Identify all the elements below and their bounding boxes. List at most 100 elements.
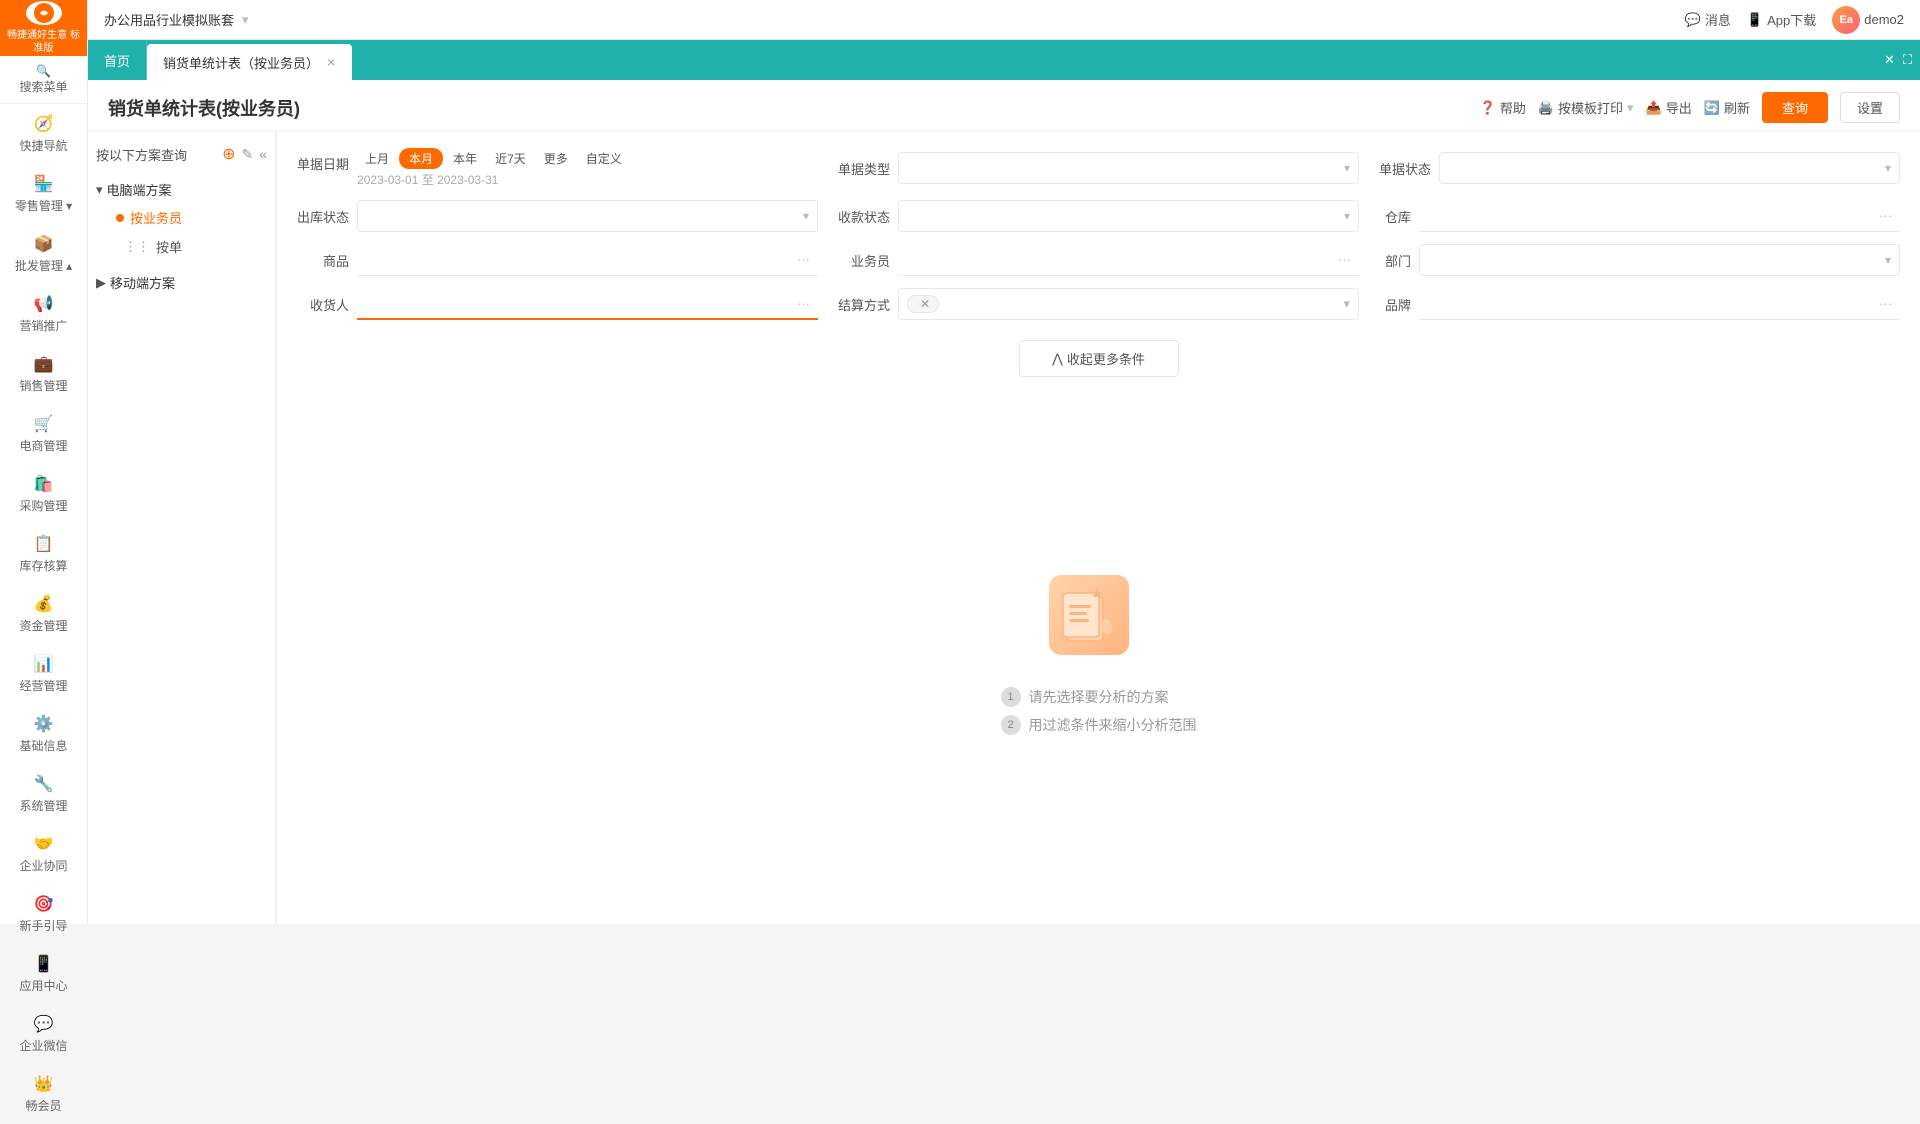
date-btn-thisyear[interactable]: 本年 — [445, 148, 485, 169]
basic-icon: ⚙️ — [34, 714, 54, 734]
collapse-panel-icon[interactable]: « — [259, 146, 267, 162]
department-select[interactable]: ▾ — [1419, 244, 1900, 276]
sidebar-item-sales[interactable]: 💼 销售管理 — [0, 344, 87, 404]
doc-type-arrow-icon: ▾ — [1344, 161, 1350, 175]
recv-status-arrow-icon: ▾ — [1344, 209, 1350, 223]
export-btn[interactable]: 📤 导出 — [1646, 98, 1692, 117]
receiver-input[interactable]: ··· — [357, 288, 818, 320]
salesperson-dots-icon: ··· — [1338, 252, 1351, 267]
scheme-category-pc[interactable]: ▾ 电脑端方案 — [96, 176, 267, 203]
tab-home[interactable]: 首页 — [88, 40, 147, 80]
scheme-category-mobile[interactable]: ▶ 移动端方案 — [96, 269, 267, 296]
brand-input[interactable]: ··· — [1419, 288, 1900, 320]
app-download-btn[interactable]: 📱 App下载 — [1747, 10, 1816, 29]
edit-scheme-icon[interactable]: ✎ — [241, 146, 253, 163]
scheme-item-by-salesperson[interactable]: 按业务员 — [96, 203, 267, 232]
finance-icon: 💰 — [34, 594, 54, 614]
tab-close-icon[interactable]: × — [327, 54, 335, 70]
print-btn[interactable]: 🖨️ 按模板打印 ▾ — [1538, 98, 1634, 117]
right-panel: 单据日期 上月 本月 本年 近7天 更多 自定义 2023-03-01 至 20… — [277, 132, 1920, 924]
step-1-label: 请先选择要分析的方案 — [1029, 687, 1169, 707]
salesperson-input[interactable]: ··· — [898, 244, 1359, 276]
date-btn-lastmonth[interactable]: 上月 — [357, 148, 397, 169]
recv-status-select[interactable]: ▾ — [898, 200, 1359, 232]
user-avatar[interactable]: Ea demo2 — [1832, 6, 1904, 34]
empty-step-2: 2 用过滤条件来缩小分析范围 — [1001, 715, 1197, 735]
sidebar-item-wechat[interactable]: 💬 企业微信 — [0, 1004, 87, 1064]
empty-state: 1 请先选择要分析的方案 2 用过滤条件来缩小分析范围 — [297, 401, 1900, 908]
sidebar-item-search[interactable]: 🔍 搜索菜单 — [0, 56, 87, 104]
marketing-icon: 📢 — [34, 294, 54, 314]
query-button[interactable]: 查询 — [1762, 92, 1828, 123]
tab-sales-stat[interactable]: 销货单统计表（按业务员） × — [147, 44, 352, 80]
filter-doc-status: 单据状态 ▾ — [1379, 152, 1900, 184]
newbie-icon: 🎯 — [34, 894, 54, 914]
sidebar-item-enterprise[interactable]: 🤝 企业协同 — [0, 824, 87, 884]
warehouse-input[interactable]: ··· — [1419, 200, 1900, 232]
breadcrumb-chevron: ▾ — [242, 12, 249, 28]
filter-date: 单据日期 上月 本月 本年 近7天 更多 自定义 2023-03-01 至 20… — [297, 148, 818, 188]
brand-dots-icon: ··· — [1879, 296, 1892, 311]
out-status-select[interactable]: ▾ — [357, 200, 818, 232]
sidebar-item-quicknav[interactable]: 🧭 快捷导航 — [0, 104, 87, 164]
salesperson-label: 业务员 — [838, 251, 890, 270]
date-btn-7days[interactable]: 近7天 — [487, 148, 534, 169]
filter-doc-type: 单据类型 ▾ — [838, 152, 1359, 184]
sidebar-item-retail[interactable]: 🏪 零售管理 ▾ — [0, 164, 87, 224]
sidebar-item-operations[interactable]: 📊 经营管理 — [0, 644, 87, 704]
member-icon: 👑 — [34, 1074, 54, 1094]
out-status-arrow-icon: ▾ — [803, 209, 809, 223]
sidebar-item-member[interactable]: 👑 畅会员 — [0, 1064, 87, 1124]
scheme-item-by-order[interactable]: ⋮⋮ 按单 — [96, 232, 267, 261]
payment-tag-close[interactable]: ✕ — [920, 297, 930, 311]
goods-input[interactable]: ··· — [357, 244, 818, 276]
search-icon: 🔍 — [36, 64, 51, 78]
sidebar-item-inventory[interactable]: 📋 库存核算 — [0, 524, 87, 584]
sidebar-item-system[interactable]: 🔧 系统管理 — [0, 764, 87, 824]
print-icon: 🖨️ — [1538, 100, 1554, 116]
date-range-text: 2023-03-01 至 2023-03-31 — [357, 171, 818, 188]
avatar: Ea — [1832, 6, 1860, 34]
page-header: 销货单统计表(按业务员) ❓ 帮助 🖨️ 按模板打印 ▾ 📤 导出 🔄 刷 — [88, 80, 1920, 132]
refresh-btn[interactable]: 🔄 刷新 — [1704, 98, 1750, 117]
category-label: 电脑端方案 — [107, 180, 172, 199]
tab-fullscreen-icon[interactable]: ⛶ — [1903, 52, 1912, 68]
sidebar-item-appcenter[interactable]: 📱 应用中心 — [0, 944, 87, 1004]
sidebar-item-finance[interactable]: 💰 资金管理 — [0, 584, 87, 644]
sidebar-item-ecommerce[interactable]: 🛒 电商管理 — [0, 404, 87, 464]
add-scheme-icon[interactable]: ⊕ — [222, 144, 235, 164]
setting-button[interactable]: 设置 — [1840, 92, 1900, 123]
logo-icon — [26, 1, 62, 25]
filter-salesperson: 业务员 ··· — [838, 244, 1359, 276]
breadcrumb-text: 办公用品行业模拟账套 — [104, 10, 234, 29]
warehouse-dots-icon: ··· — [1879, 208, 1892, 223]
sidebar-item-newbie[interactable]: 🎯 新手引导 — [0, 884, 87, 944]
system-icon: 🔧 — [34, 774, 54, 794]
sidebar-item-marketing[interactable]: 📢 营销推广 — [0, 284, 87, 344]
out-status-label: 出库状态 — [297, 207, 349, 226]
sidebar-item-wholesale[interactable]: 📦 批发管理 ▴ — [0, 224, 87, 284]
department-label: 部门 — [1379, 251, 1411, 270]
tab-minimize-icon[interactable]: ✕ — [1884, 52, 1895, 68]
empty-steps: 1 请先选择要分析的方案 2 用过滤条件来缩小分析范围 — [1001, 687, 1197, 735]
date-btn-custom[interactable]: 自定义 — [578, 148, 630, 169]
receiver-dots-icon: ··· — [797, 296, 810, 311]
doc-status-select[interactable]: ▾ — [1439, 152, 1900, 184]
sidebar-item-purchase[interactable]: 🛍️ 采购管理 — [0, 464, 87, 524]
step-1-num: 1 — [1001, 687, 1021, 707]
collapse-btn[interactable]: ⋀ 收起更多条件 — [1019, 340, 1179, 377]
sidebar: 畅捷通好生意 标准版 🔍 搜索菜单 🧭 快捷导航 🏪 零售管理 ▾ 📦 批发管理… — [0, 0, 88, 924]
left-panel-icons: ⊕ ✎ « — [222, 144, 267, 164]
export-icon: 📤 — [1646, 100, 1662, 116]
help-icon: ❓ — [1480, 100, 1496, 116]
date-btn-more[interactable]: 更多 — [536, 148, 576, 169]
help-btn[interactable]: ❓ 帮助 — [1480, 98, 1526, 117]
date-btn-thismonth[interactable]: 本月 — [399, 148, 443, 169]
message-btn[interactable]: 💬 消息 — [1685, 10, 1731, 29]
sidebar-item-basic[interactable]: ⚙️ 基础信息 — [0, 704, 87, 764]
step-2-label: 用过滤条件来缩小分析范围 — [1029, 715, 1197, 735]
doc-type-select[interactable]: ▾ — [898, 152, 1359, 184]
payment-select[interactable]: ✕ ▾ — [898, 288, 1359, 320]
filter-recv-status: 收款状态 ▾ — [838, 200, 1359, 232]
collapse-up-icon: ⋀ — [1052, 351, 1063, 367]
